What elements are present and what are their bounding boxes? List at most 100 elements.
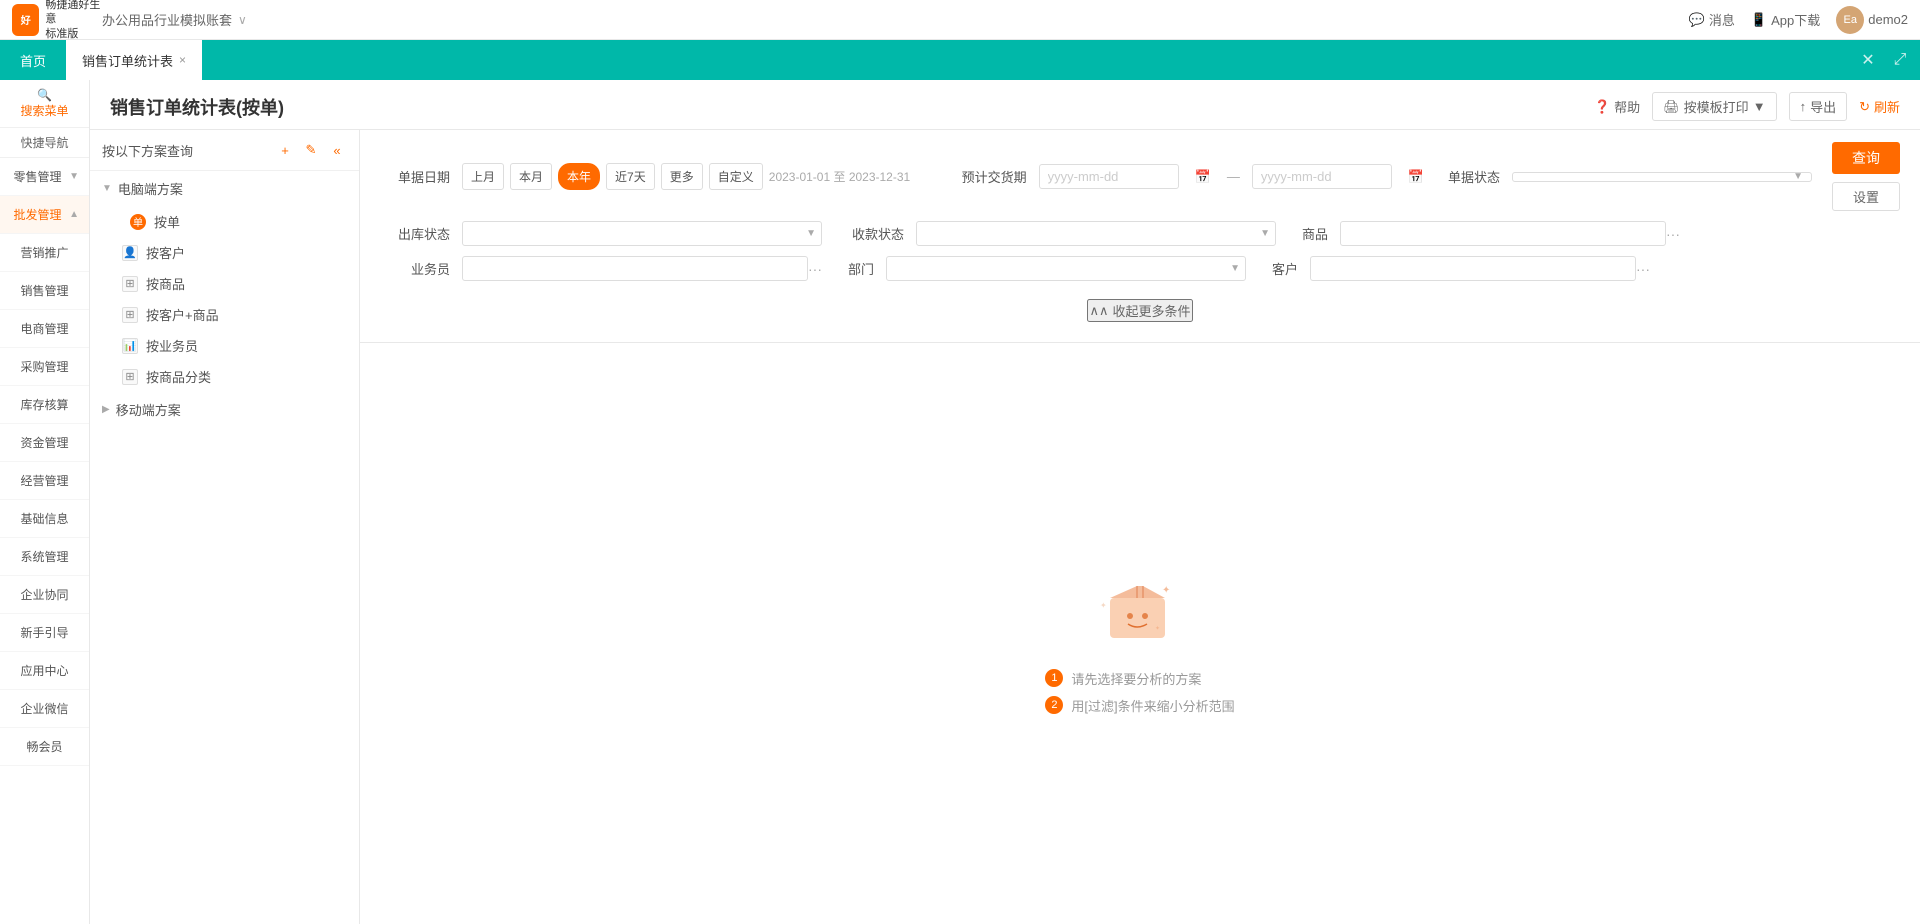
empty-hints: 1 请先选择要分析的方案 2 用[过滤]条件来缩小分析范围 bbox=[1045, 669, 1234, 715]
date-btn-last-7days[interactable]: 近7天 bbox=[606, 163, 655, 190]
refresh-icon: ↻ bbox=[1859, 99, 1870, 115]
tree-child-by-customer[interactable]: 👤 按客户 bbox=[90, 237, 359, 268]
page-header: 销售订单统计表(按单) ❓ 帮助 🖨 按模板打印 ▼ ↑ 导出 ↻ 刷新 bbox=[90, 80, 1920, 130]
product-more-icon[interactable]: ··· bbox=[1666, 226, 1680, 242]
help-icon: ❓ bbox=[1594, 99, 1610, 115]
delivery-date-end-input[interactable] bbox=[1252, 164, 1392, 189]
date-btn-this-year[interactable]: 本年 bbox=[558, 163, 600, 190]
collapse-button[interactable]: ∧∧ 收起更多条件 bbox=[1087, 299, 1192, 322]
logo-icon: 好 bbox=[12, 4, 39, 36]
right-panel: 单据日期 上月 本月 本年 近7天 更多 自定义 2023-01-01 至 20… bbox=[360, 130, 1920, 924]
tab-label: 销售订单统计表 bbox=[82, 51, 173, 70]
department-select[interactable] bbox=[886, 256, 1246, 281]
date-btn-custom[interactable]: 自定义 bbox=[709, 163, 763, 190]
chevron-up-icon: ∧∧ bbox=[1089, 303, 1108, 319]
filter-row-3: 业务员 ··· 部门 ▼ 客户 bbox=[380, 256, 1900, 281]
print-dropdown-icon: ▼ bbox=[1753, 99, 1766, 114]
expected-delivery-label: 预计交货期 bbox=[947, 167, 1027, 186]
sidebar-item-enterprise[interactable]: 企业协同 bbox=[0, 576, 89, 614]
chevron-down-icon: ▼ bbox=[69, 171, 79, 182]
sidebar-item-base[interactable]: 基础信息 bbox=[0, 500, 89, 538]
tree-child-by-product[interactable]: ⊞ 按商品 bbox=[90, 268, 359, 299]
filter-row-1: 单据日期 上月 本月 本年 近7天 更多 自定义 2023-01-01 至 20… bbox=[380, 142, 1900, 211]
sidebar-item-newbie[interactable]: 新手引导 bbox=[0, 614, 89, 652]
date-range-display: 2023-01-01 至 2023-12-31 bbox=[769, 168, 910, 185]
avatar: Ea bbox=[1836, 6, 1864, 34]
salesperson-input[interactable] bbox=[462, 256, 808, 281]
collapse-row: ∧∧ 收起更多条件 bbox=[380, 291, 1900, 330]
product-input[interactable] bbox=[1340, 221, 1666, 246]
sidebar-item-operation[interactable]: 经营管理 bbox=[0, 462, 89, 500]
tree-child-by-salesperson[interactable]: 📊 按业务员 bbox=[90, 330, 359, 361]
settings-button[interactable]: 设置 bbox=[1832, 182, 1900, 211]
tab-sales-order[interactable]: 销售订单统计表 × bbox=[66, 40, 202, 80]
bill-status-select[interactable]: ▼ bbox=[1512, 172, 1812, 182]
receipt-status-label: 收款状态 bbox=[834, 224, 904, 243]
app-download-button[interactable]: 📱 App下载 bbox=[1751, 10, 1820, 29]
message-icon: 💬 bbox=[1689, 12, 1705, 28]
tree-parent-mobile[interactable]: ▶ 移动端方案 bbox=[90, 392, 359, 427]
salesperson-label: 业务员 bbox=[380, 259, 450, 278]
date-btn-this-month[interactable]: 本月 bbox=[510, 163, 552, 190]
tab-bar: 首页 销售订单统计表 × ✕ ⤢ bbox=[0, 40, 1920, 80]
sidebar-search[interactable]: 🔍 搜索菜单 bbox=[0, 80, 89, 128]
query-button[interactable]: 查询 bbox=[1832, 142, 1900, 174]
by-customer-product-icon: ⊞ bbox=[122, 307, 138, 323]
tree-child-by-customer-product[interactable]: ⊞ 按客户+商品 bbox=[90, 299, 359, 330]
page-title: 销售订单统计表(按单) bbox=[110, 94, 284, 120]
window-close-icon[interactable]: ✕ bbox=[1856, 48, 1880, 72]
department-select-wrapper: ▼ bbox=[886, 256, 1246, 281]
sidebar-item-retail[interactable]: 零售管理 ▼ bbox=[0, 158, 89, 196]
chevron-down-icon: ▼ bbox=[1793, 171, 1803, 182]
svg-text:✦: ✦ bbox=[1155, 625, 1160, 632]
edit-scheme-icon[interactable]: ✎ bbox=[301, 140, 321, 160]
tab-home[interactable]: 首页 bbox=[0, 40, 66, 80]
window-maximize-icon[interactable]: ⤢ bbox=[1888, 48, 1912, 72]
customer-input[interactable] bbox=[1310, 256, 1636, 281]
sidebar-item-ecommerce[interactable]: 电商管理 bbox=[0, 310, 89, 348]
sidebar-item-system[interactable]: 系统管理 bbox=[0, 538, 89, 576]
tree-child-by-category[interactable]: ⊞ 按商品分类 bbox=[90, 361, 359, 392]
tree-child-label: 按单 bbox=[154, 212, 180, 231]
left-panel-title: 按以下方案查询 bbox=[102, 141, 269, 160]
sidebar-item-inventory[interactable]: 库存核算 bbox=[0, 386, 89, 424]
add-scheme-icon[interactable]: + bbox=[275, 140, 295, 160]
tree-parent-pc[interactable]: ▼ 电脑端方案 bbox=[90, 171, 359, 206]
print-template-button[interactable]: 🖨 按模板打印 ▼ bbox=[1652, 92, 1776, 121]
user-menu[interactable]: Ea demo2 bbox=[1836, 6, 1908, 34]
messages-button[interactable]: 💬 消息 bbox=[1689, 10, 1735, 29]
sidebar-item-member[interactable]: 畅会员 bbox=[0, 728, 89, 766]
calendar-icon-end[interactable]: 📅 bbox=[1408, 169, 1424, 185]
receipt-status-select[interactable] bbox=[916, 221, 1276, 246]
date-btn-last-month[interactable]: 上月 bbox=[462, 163, 504, 190]
sidebar-shortcut-nav[interactable]: 快捷导航 bbox=[0, 128, 89, 158]
tree-parent-label: 移动端方案 bbox=[116, 400, 181, 419]
main-layout: 🔍 搜索菜单 快捷导航 零售管理 ▼ 批发管理 ▲ 营销推广 销售管理 电商管理… bbox=[0, 80, 1920, 924]
sidebar-item-wholesale[interactable]: 批发管理 ▲ bbox=[0, 196, 89, 234]
calendar-icon-start[interactable]: 📅 bbox=[1195, 169, 1211, 185]
salesperson-more-icon[interactable]: ··· bbox=[808, 261, 822, 277]
hint-num-1: 1 bbox=[1045, 669, 1063, 687]
export-button[interactable]: ↑ 导出 bbox=[1789, 92, 1848, 121]
shipment-status-select-wrapper: ▼ bbox=[462, 221, 822, 246]
empty-hint-2: 2 用[过滤]条件来缩小分析范围 bbox=[1045, 696, 1234, 715]
sidebar-item-marketing[interactable]: 营销推广 bbox=[0, 234, 89, 272]
sidebar-item-finance[interactable]: 资金管理 bbox=[0, 424, 89, 462]
date-btn-more[interactable]: 更多 bbox=[661, 163, 703, 190]
sidebar-item-purchase[interactable]: 采购管理 bbox=[0, 348, 89, 386]
customer-more-icon[interactable]: ··· bbox=[1636, 261, 1650, 277]
sidebar: 🔍 搜索菜单 快捷导航 零售管理 ▼ 批发管理 ▲ 营销推广 销售管理 电商管理… bbox=[0, 80, 90, 924]
shipment-status-select[interactable] bbox=[462, 221, 822, 246]
delivery-date-start-input[interactable] bbox=[1039, 164, 1179, 189]
collapse-left-panel-icon[interactable]: « bbox=[327, 140, 347, 160]
refresh-button[interactable]: ↻ 刷新 bbox=[1859, 97, 1900, 116]
help-button[interactable]: ❓ 帮助 bbox=[1594, 97, 1640, 116]
query-actions: 查询 设置 bbox=[1832, 142, 1900, 211]
product-label: 商品 bbox=[1288, 224, 1328, 243]
sidebar-item-wechat[interactable]: 企业微信 bbox=[0, 690, 89, 728]
top-right-actions: 💬 消息 📱 App下载 Ea demo2 bbox=[1689, 6, 1908, 34]
tree-child-by-order[interactable]: 单 按单 bbox=[90, 206, 359, 237]
tab-close-icon[interactable]: × bbox=[179, 53, 186, 67]
sidebar-item-appstore[interactable]: 应用中心 bbox=[0, 652, 89, 690]
sidebar-item-sales[interactable]: 销售管理 bbox=[0, 272, 89, 310]
